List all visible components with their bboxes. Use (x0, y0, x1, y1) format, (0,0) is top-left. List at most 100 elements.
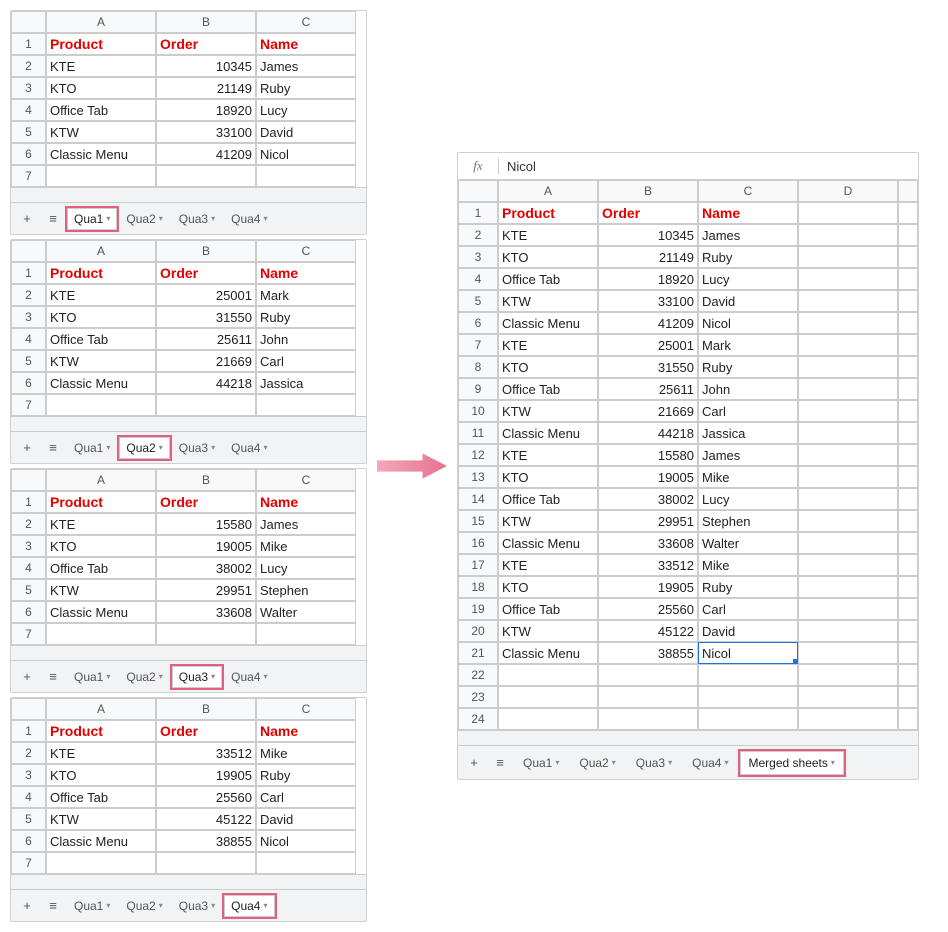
row-header[interactable]: 7 (11, 165, 46, 187)
cell-name[interactable]: Carl (256, 350, 356, 372)
select-all[interactable] (11, 240, 46, 262)
row-header[interactable]: 16 (458, 532, 498, 554)
cell-product[interactable]: KTW (46, 350, 156, 372)
all-sheets-button[interactable]: ≡ (41, 436, 65, 460)
row-header[interactable]: 22 (458, 664, 498, 686)
row-header[interactable]: 5 (11, 808, 46, 830)
cell-product[interactable]: Office Tab (498, 268, 598, 290)
row-header[interactable]: 14 (458, 488, 498, 510)
tab-qua3[interactable]: Qua3 ▾ (627, 751, 681, 775)
cell-product[interactable]: KTW (498, 510, 598, 532)
cell-order[interactable]: 25001 (598, 334, 698, 356)
cell-product[interactable]: Classic Menu (498, 312, 598, 334)
cell-order[interactable]: 15580 (156, 513, 256, 535)
cell-product[interactable]: KTO (498, 246, 598, 268)
all-sheets-button[interactable]: ≡ (41, 207, 65, 231)
header-product[interactable]: Product (498, 202, 598, 224)
cell-name[interactable]: John (698, 378, 798, 400)
cell-order[interactable]: 10345 (156, 55, 256, 77)
row-header[interactable]: 18 (458, 576, 498, 598)
cell-product[interactable]: Office Tab (498, 598, 598, 620)
cell-product[interactable]: Office Tab (498, 378, 598, 400)
tab-qua2[interactable]: Qua2 ▾ (570, 751, 624, 775)
cell-product[interactable]: Classic Menu (46, 601, 156, 623)
col-header-C[interactable]: C (256, 11, 356, 33)
cell-order[interactable]: 29951 (598, 510, 698, 532)
cell-name[interactable]: Mike (256, 535, 356, 557)
add-sheet-button[interactable]: + (15, 665, 39, 689)
cell-name[interactable]: Mike (698, 554, 798, 576)
cell-name[interactable]: David (698, 290, 798, 312)
select-all[interactable] (11, 469, 46, 491)
cell-order[interactable]: 18920 (598, 268, 698, 290)
cell-product[interactable]: KTW (498, 290, 598, 312)
select-all[interactable] (11, 698, 46, 720)
tab-qua3[interactable]: Qua3 ▾ (172, 666, 222, 688)
scroll-strip[interactable] (11, 416, 366, 431)
row-header[interactable]: 6 (11, 830, 46, 852)
cell-product[interactable]: KTE (46, 55, 156, 77)
header-name[interactable]: Name (698, 202, 798, 224)
tab-qua3[interactable]: Qua3 ▾ (172, 437, 222, 459)
cell-order[interactable]: 44218 (156, 372, 256, 394)
row-header[interactable]: 11 (458, 422, 498, 444)
header-name[interactable]: Name (256, 720, 356, 742)
row-header[interactable]: 1 (11, 491, 46, 513)
row-header[interactable]: 5 (458, 290, 498, 312)
cell-order[interactable]: 25001 (156, 284, 256, 306)
cell-name[interactable]: James (256, 513, 356, 535)
cell-name[interactable]: Ruby (698, 356, 798, 378)
row-header[interactable]: 2 (11, 513, 46, 535)
selected-cell[interactable]: Nicol (698, 642, 798, 664)
row-header[interactable]: 23 (458, 686, 498, 708)
col-header-D[interactable]: D (798, 180, 898, 202)
header-order[interactable]: Order (598, 202, 698, 224)
cell-order[interactable]: 33608 (156, 601, 256, 623)
cell-name[interactable]: Lucy (698, 488, 798, 510)
header-order[interactable]: Order (156, 262, 256, 284)
all-sheets-button[interactable]: ≡ (41, 894, 65, 918)
cell-order[interactable]: 19905 (156, 764, 256, 786)
cell-name[interactable]: Lucy (256, 557, 356, 579)
tab-qua4[interactable]: Qua4 ▾ (224, 437, 274, 459)
col-header-B[interactable]: B (156, 698, 256, 720)
row-header[interactable]: 3 (11, 764, 46, 786)
cell-product[interactable]: Classic Menu (46, 143, 156, 165)
row-header[interactable]: 17 (458, 554, 498, 576)
add-sheet-button[interactable]: + (15, 436, 39, 460)
row-header[interactable]: 2 (11, 55, 46, 77)
tab-qua3[interactable]: Qua3 ▾ (172, 895, 222, 917)
cell-product[interactable]: Classic Menu (46, 372, 156, 394)
cell-order[interactable]: 25560 (156, 786, 256, 808)
header-product[interactable]: Product (46, 33, 156, 55)
cell-name[interactable]: Nicol (698, 312, 798, 334)
cell-product[interactable]: Classic Menu (498, 532, 598, 554)
cell-order[interactable]: 31550 (598, 356, 698, 378)
row-header[interactable]: 15 (458, 510, 498, 532)
scroll-strip[interactable] (11, 187, 366, 202)
cell-order[interactable]: 18920 (156, 99, 256, 121)
cell-product[interactable]: KTO (46, 306, 156, 328)
tab-qua2[interactable]: Qua2 ▾ (119, 208, 169, 230)
row-header[interactable]: 7 (11, 852, 46, 874)
cell-order[interactable]: 21149 (156, 77, 256, 99)
col-header-C[interactable]: C (256, 469, 356, 491)
col-header-B[interactable]: B (156, 469, 256, 491)
cell-order[interactable]: 38855 (156, 830, 256, 852)
row-header[interactable]: 1 (11, 33, 46, 55)
cell-product[interactable]: Classic Menu (498, 642, 598, 664)
cell-product[interactable]: Office Tab (46, 786, 156, 808)
cell-order[interactable]: 33512 (156, 742, 256, 764)
cell-product[interactable]: KTE (498, 334, 598, 356)
header-name[interactable]: Name (256, 262, 356, 284)
cell-name[interactable]: Mark (698, 334, 798, 356)
cell-name[interactable]: Stephen (256, 579, 356, 601)
cell-name[interactable]: Stephen (698, 510, 798, 532)
cell-order[interactable]: 33512 (598, 554, 698, 576)
tab-qua2[interactable]: Qua2 ▾ (119, 895, 169, 917)
cell-order[interactable]: 25611 (156, 328, 256, 350)
cell-name[interactable]: Ruby (256, 77, 356, 99)
row-header[interactable]: 24 (458, 708, 498, 730)
col-header-C[interactable]: C (698, 180, 798, 202)
scroll-strip[interactable] (11, 645, 366, 660)
